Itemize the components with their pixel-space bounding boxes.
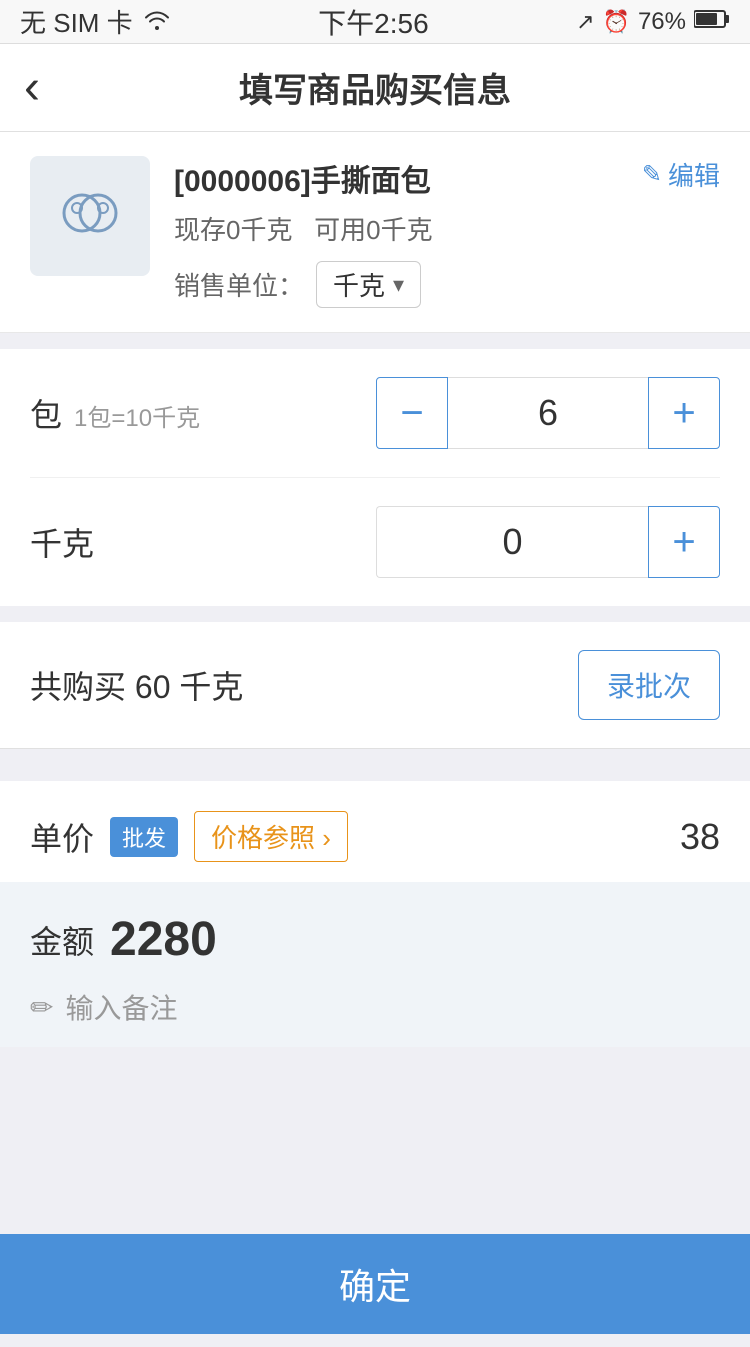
amount-row: 金额 2280 — [30, 912, 720, 967]
unit-label: 销售单位： — [174, 266, 304, 303]
carrier-text: 无 SIM 卡 — [20, 3, 133, 40]
wifi-icon — [143, 6, 171, 37]
location-icon: ↗ — [576, 9, 594, 35]
price-value: 38 — [680, 816, 720, 858]
price-ref-button[interactable]: 价格参照 › — [194, 811, 348, 862]
product-card: [0000006]手撕面包 现存0千克 可用0千克 销售单位： 千克 ▾ ✎ 编… — [0, 132, 750, 333]
battery-text: 76% — [638, 8, 686, 36]
battery-icon — [694, 8, 730, 36]
product-unit-row: 销售单位： 千克 ▾ — [174, 261, 720, 308]
confirm-button[interactable]: 确定 — [0, 1234, 750, 1334]
status-right: ↗ ⏰ 76% — [576, 8, 730, 36]
input-section: 包 1包=10千克 − + 千克 + — [0, 349, 750, 606]
record-batch-button[interactable]: 录批次 — [578, 650, 720, 720]
kg-increment-button[interactable]: + — [648, 506, 720, 578]
product-image — [30, 156, 150, 276]
summary-row: 共购买 60 千克 录批次 — [0, 622, 750, 749]
status-bar: 无 SIM 卡 下午2:56 ↗ ⏰ 76% — [0, 0, 750, 44]
bag-controls: − + — [376, 377, 720, 449]
bag-sublabel: 1包=10千克 — [74, 398, 200, 433]
kg-controls: + — [376, 506, 720, 578]
remark-placeholder: 输入备注 — [65, 987, 177, 1027]
amount-label: 金额 — [30, 917, 94, 963]
summary-text: 共购买 60 千克 — [30, 662, 243, 708]
separator-3 — [0, 749, 750, 765]
status-left: 无 SIM 卡 — [20, 3, 171, 40]
bag-decrement-button[interactable]: − — [376, 377, 448, 449]
batch-badge: 批发 — [110, 817, 178, 857]
unit-selector[interactable]: 千克 ▾ — [316, 261, 421, 308]
kg-label: 千克 — [30, 519, 190, 565]
bag-increment-button[interactable]: + — [648, 377, 720, 449]
product-info: [0000006]手撕面包 现存0千克 可用0千克 销售单位： 千克 ▾ — [174, 156, 720, 308]
page-title: 填写商品购买信息 — [239, 63, 511, 112]
separator-2 — [0, 606, 750, 622]
remark-row[interactable]: ✏ 输入备注 — [30, 987, 720, 1027]
amount-section: 金额 2280 ✏ 输入备注 — [0, 882, 750, 1047]
price-row: 单价 批发 价格参照 › 38 — [30, 811, 720, 862]
kg-input-row: 千克 + — [30, 478, 720, 606]
alarm-icon: ⏰ — [603, 9, 630, 35]
bag-label: 包 1包=10千克 — [30, 390, 200, 436]
separator-1 — [0, 333, 750, 349]
price-section: 单价 批发 价格参照 › 38 — [0, 781, 750, 882]
price-label: 单价 — [30, 814, 94, 860]
edit-pencil-icon: ✎ — [642, 160, 662, 189]
status-time: 下午2:56 — [318, 2, 429, 42]
product-name: [0000006]手撕面包 — [174, 156, 720, 200]
nav-bar: ‹ 填写商品购买信息 — [0, 44, 750, 132]
bag-input-row: 包 1包=10千克 − + — [30, 349, 720, 478]
pencil-icon: ✏ — [30, 991, 53, 1024]
price-label-group: 单价 批发 价格参照 › — [30, 811, 348, 862]
amount-value: 2280 — [110, 912, 217, 967]
dropdown-icon: ▾ — [393, 272, 404, 298]
back-button[interactable]: ‹ — [24, 60, 40, 115]
product-stock: 现存0千克 可用0千克 — [174, 210, 720, 247]
edit-button[interactable]: ✎ 编辑 — [642, 156, 720, 193]
bag-quantity-input[interactable] — [448, 377, 648, 449]
kg-quantity-input[interactable] — [376, 506, 648, 578]
